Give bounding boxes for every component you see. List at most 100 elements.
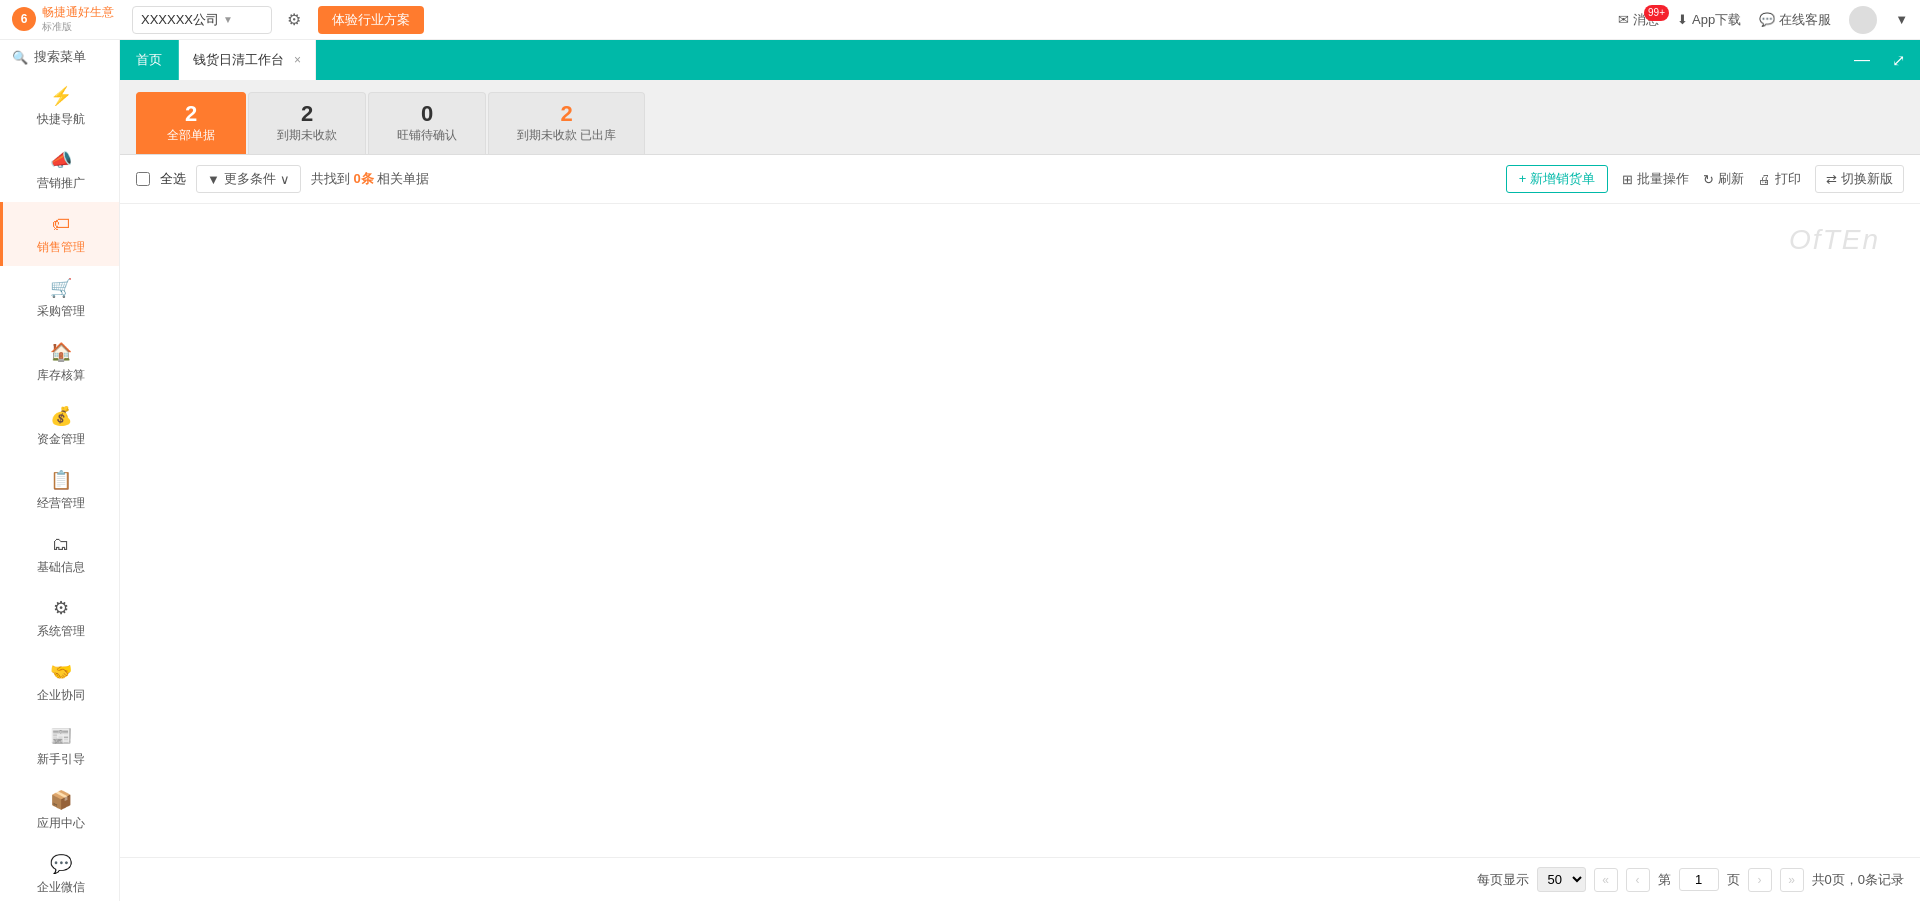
gear-icon: ⚙	[287, 10, 301, 29]
last-page-button[interactable]: »	[1780, 868, 1804, 892]
sub-tab-all-label: 全部单据	[167, 127, 215, 144]
sidebar-item-label: 快捷导航	[37, 111, 85, 128]
logo-text: 畅捷通好生意	[42, 5, 114, 19]
operations-icon: 📋	[49, 468, 73, 492]
logo-sub: 标准版	[42, 20, 114, 34]
tab-home[interactable]: 首页	[120, 40, 179, 80]
switch-version-button[interactable]: ⇄ 切换新版	[1815, 165, 1904, 193]
chevron-down-icon: ∨	[280, 172, 290, 187]
company-name: XXXXXX公司	[141, 11, 219, 29]
sub-tab-unshipped-count: 2	[561, 101, 573, 127]
sidebar-item-label: 应用中心	[37, 815, 85, 832]
per-page-label: 每页显示	[1477, 871, 1529, 889]
message-button[interactable]: ✉ 消息 99+	[1618, 11, 1659, 29]
sales-icon: 🏷	[49, 212, 73, 236]
last-page-icon: »	[1788, 873, 1795, 887]
inventory-icon: 🏠	[49, 340, 73, 364]
company-selector[interactable]: XXXXXX公司 ▼	[132, 6, 272, 34]
batch-icon: ⊞	[1622, 172, 1633, 187]
sub-tab-overdue-count: 2	[301, 101, 313, 127]
basic-info-icon: 🗂	[49, 532, 73, 556]
sidebar-item-marketing[interactable]: 📣 营销推广	[0, 138, 119, 202]
chevron-down-icon: ▼	[223, 14, 233, 25]
online-service-button[interactable]: 💬 在线客服	[1759, 11, 1831, 29]
sidebar: 🔍 搜索菜单 ⚡ 快捷导航 📣 营销推广 🏷 销售管理 🛒 采购管理 🏠 库存核…	[0, 40, 120, 901]
sidebar-item-label: 新手引导	[37, 751, 85, 768]
sidebar-item-enterprise[interactable]: 🤝 企业协同	[0, 650, 119, 714]
select-all-label: 全选	[160, 170, 186, 188]
tab-bar: 首页 钱货日清工作台 × — ⤢	[120, 40, 1920, 80]
prev-page-button[interactable]: ‹	[1626, 868, 1650, 892]
new-sale-button[interactable]: + 新增销货单	[1506, 165, 1608, 193]
first-page-button[interactable]: «	[1594, 868, 1618, 892]
sidebar-item-system[interactable]: ⚙ 系统管理	[0, 586, 119, 650]
sub-tab-overdue-uncollected[interactable]: 2 到期未收款	[248, 92, 366, 154]
select-all-checkbox[interactable]	[136, 172, 150, 186]
first-page-icon: «	[1602, 873, 1609, 887]
sidebar-item-label: 资金管理	[37, 431, 85, 448]
marketing-icon: 📣	[49, 148, 73, 172]
user-name-area[interactable]: ▼	[1895, 12, 1908, 27]
sidebar-item-label: 系统管理	[37, 623, 85, 640]
next-page-button[interactable]: ›	[1748, 868, 1772, 892]
sub-tab-wangpu-label: 旺铺待确认	[397, 127, 457, 144]
industry-button[interactable]: 体验行业方案	[318, 6, 424, 34]
page-input[interactable]	[1679, 868, 1719, 891]
purchase-icon: 🛒	[49, 276, 73, 300]
maximize-button[interactable]: ⤢	[1884, 46, 1912, 74]
chevron-down-icon: ▼	[1895, 12, 1908, 27]
filter-icon: ▼	[207, 172, 220, 187]
main-content: OfTEn	[120, 204, 1920, 857]
service-icon: 💬	[1759, 12, 1775, 27]
settings-button[interactable]: ⚙	[280, 6, 308, 34]
watermark: OfTEn	[1789, 224, 1880, 256]
found-text: 共找到 0条 相关单据	[311, 170, 429, 188]
sidebar-item-quick-nav[interactable]: ⚡ 快捷导航	[0, 74, 119, 138]
sidebar-item-label: 销售管理	[37, 239, 85, 256]
sidebar-item-purchase[interactable]: 🛒 采购管理	[0, 266, 119, 330]
refresh-button[interactable]: ↻ 刷新	[1703, 170, 1744, 188]
prev-page-icon: ‹	[1636, 873, 1640, 887]
tab-bar-actions: — ⤢	[1848, 40, 1920, 80]
sidebar-item-label: 基础信息	[37, 559, 85, 576]
main-layout: 🔍 搜索菜单 ⚡ 快捷导航 📣 营销推广 🏷 销售管理 🛒 采购管理 🏠 库存核…	[0, 40, 1920, 901]
found-count: 0条	[354, 171, 374, 186]
search-menu-item[interactable]: 🔍 搜索菜单	[0, 40, 119, 74]
batch-operation-button[interactable]: ⊞ 批量操作	[1622, 170, 1689, 188]
sidebar-item-sales[interactable]: 🏷 销售管理	[0, 202, 119, 266]
pagination-bar: 每页显示 50 « ‹ 第 页 › » 共0页，0条记录	[120, 857, 1920, 901]
system-icon: ⚙	[49, 596, 73, 620]
quick-nav-icon: ⚡	[49, 84, 73, 108]
content-area: 首页 钱货日清工作台 × — ⤢ 2 全部单据	[120, 40, 1920, 901]
finance-icon: 💰	[49, 404, 73, 428]
toolbar-left: 全选 ▼ 更多条件 ∨ 共找到 0条 相关单据	[136, 165, 1496, 193]
sidebar-item-wechat[interactable]: 💬 企业微信	[0, 842, 119, 901]
print-button[interactable]: 🖨 打印	[1758, 170, 1801, 188]
guide-icon: 📰	[49, 724, 73, 748]
sidebar-item-operations[interactable]: 📋 经营管理	[0, 458, 119, 522]
sidebar-item-inventory[interactable]: 🏠 库存核算	[0, 330, 119, 394]
user-avatar[interactable]	[1849, 6, 1877, 34]
sidebar-item-guide[interactable]: 📰 新手引导	[0, 714, 119, 778]
filter-button[interactable]: ▼ 更多条件 ∨	[196, 165, 301, 193]
sidebar-item-label: 营销推广	[37, 175, 85, 192]
tab-active[interactable]: 钱货日清工作台 ×	[179, 40, 316, 80]
sub-tab-area: 2 全部单据 2 到期未收款 0 旺铺待确认 2 到期未收款 已出库	[120, 80, 1920, 155]
tab-close-icon[interactable]: ×	[294, 53, 301, 67]
per-page-select[interactable]: 50	[1537, 867, 1586, 892]
sidebar-item-finance[interactable]: 💰 资金管理	[0, 394, 119, 458]
top-header: 6 畅捷通好生意 标准版 XXXXXX公司 ▼ ⚙ 体验行业方案 ✉ 消息 99…	[0, 0, 1920, 40]
minimize-button[interactable]: —	[1848, 46, 1876, 74]
sub-tab-all-count: 2	[185, 101, 197, 127]
app-download-button[interactable]: ⬇ App下载	[1677, 11, 1741, 29]
sub-tab-all[interactable]: 2 全部单据	[136, 92, 246, 154]
refresh-icon: ↻	[1703, 172, 1714, 187]
sidebar-item-app-center[interactable]: 📦 应用中心	[0, 778, 119, 842]
sub-tab-wangpu[interactable]: 0 旺铺待确认	[368, 92, 486, 154]
sidebar-item-label: 企业协同	[37, 687, 85, 704]
logo-icon: 6	[12, 7, 36, 31]
page-label: 第	[1658, 871, 1671, 889]
sidebar-item-basic-info[interactable]: 🗂 基础信息	[0, 522, 119, 586]
sub-tab-overdue-unshipped[interactable]: 2 到期未收款 已出库	[488, 92, 645, 154]
sub-tab-overdue-label: 到期未收款	[277, 127, 337, 144]
